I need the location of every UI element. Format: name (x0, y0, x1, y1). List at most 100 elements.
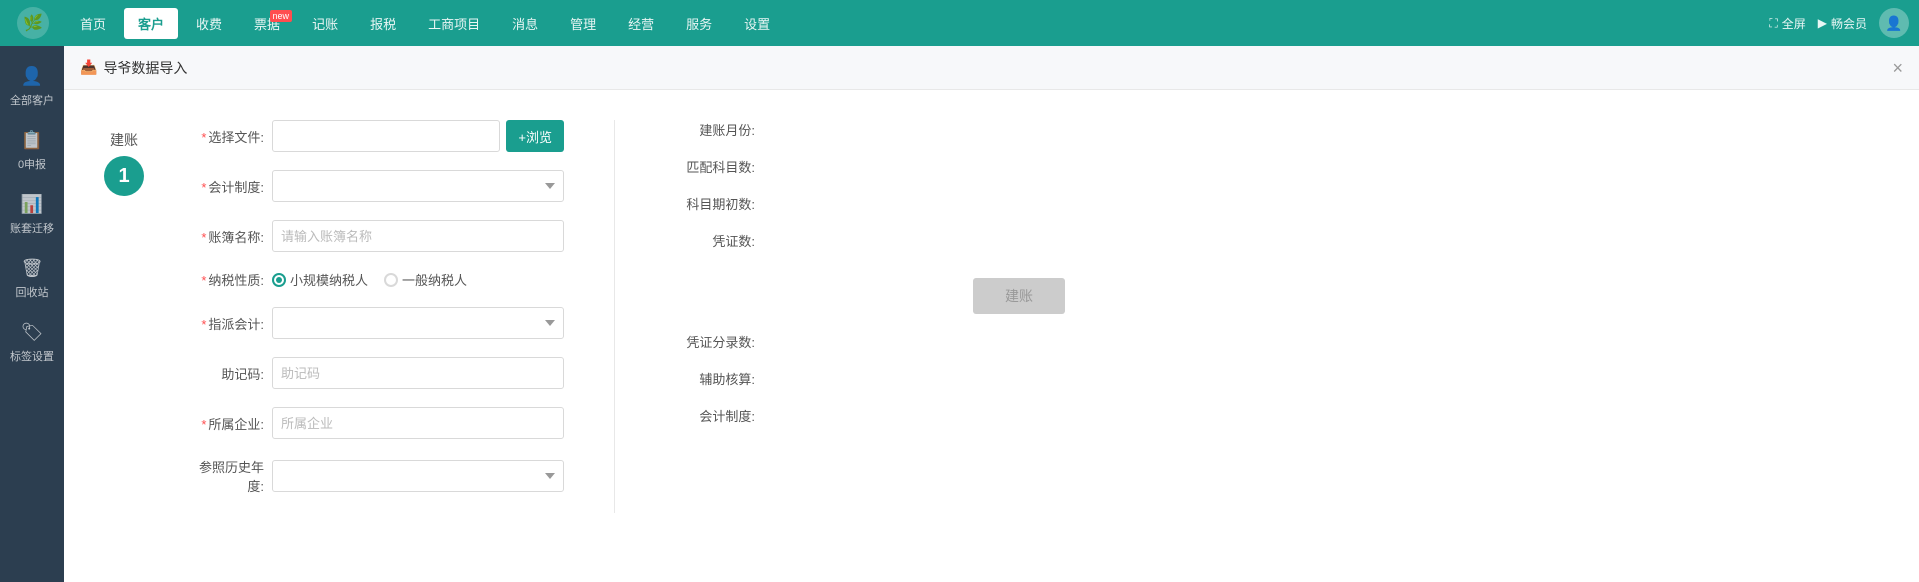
account-migration-icon: 📊 (20, 192, 44, 216)
nav-menu: 首页 客户 收费 票据 new 记账 报税 工商项目 消息 管理 经营 服务 设… (66, 8, 1769, 39)
memo-code-label: 助记码: (184, 364, 264, 383)
voucher-entries-row: 凭证分录数: (665, 332, 1065, 351)
auxiliary-calc-label: 辅助核算: (665, 369, 755, 388)
step-label: 建账 (110, 130, 138, 150)
vip-label: 畅会员 (1831, 15, 1867, 32)
radio-dot-small (272, 273, 286, 287)
radio-dot-general (384, 273, 398, 287)
sidebar-item-account-migration[interactable]: 📊 账套迁移 (2, 184, 62, 244)
file-input-group: +浏览 (272, 120, 564, 152)
panel-title-icon: 📥 (80, 59, 97, 76)
nav-item-settings[interactable]: 设置 (730, 8, 784, 39)
panel-header: 📥 导爷数据导入 × (64, 46, 1919, 90)
tag-settings-icon: 🏷 (20, 320, 44, 344)
select-file-row: *选择文件: +浏览 (184, 120, 564, 152)
sidebar-item-tag-settings[interactable]: 🏷 标签设置 (2, 312, 62, 372)
accounting-system-row: *会计制度: (184, 170, 564, 202)
declaration-icon: 📋 (20, 128, 44, 152)
fullscreen-icon: ⛶ (1769, 16, 1777, 31)
sidebar-item-recycle[interactable]: 🗑 回收站 (2, 248, 62, 308)
build-month-label: 建账月份: (665, 120, 755, 139)
nav-item-tax[interactable]: 报税 (356, 8, 410, 39)
nav-right-area: ⛶ 全屏 ▶ 畅会员 👤 (1769, 8, 1909, 38)
recycle-label: 回收站 (16, 284, 49, 300)
select-file-label: *选择文件: (184, 127, 264, 146)
subject-init-label: 科目期初数: (665, 194, 755, 213)
radio-small-taxpayer[interactable]: 小规模纳税人 (272, 270, 368, 289)
match-subjects-row: 匹配科目数: (665, 157, 1065, 176)
voucher-count-label: 凭证数: (665, 231, 755, 250)
build-month-row: 建账月份: (665, 120, 1065, 139)
sidebar: 👤 全部客户 📋 0申报 📊 账套迁移 🗑 回收站 🏷 标签设置 (0, 46, 64, 582)
right-form: 建账月份: 匹配科目数: 科目期初数: 凭证数: (665, 120, 1065, 513)
radio-general-taxpayer[interactable]: 一般纳税人 (384, 270, 467, 289)
match-subjects-label: 匹配科目数: (665, 157, 755, 176)
step-circle: 1 (104, 156, 144, 196)
build-account-button[interactable]: 建账 (973, 278, 1065, 314)
nav-item-invoice[interactable]: 票据 new (240, 8, 294, 39)
all-clients-icon: 👤 (20, 64, 44, 88)
tax-type-radio-group: 小规模纳税人 一般纳税人 (272, 270, 564, 289)
top-navigation: 🌿 首页 客户 收费 票据 new 记账 报税 工商项目 消息 管理 经营 服务… (0, 0, 1919, 46)
file-path-input[interactable] (272, 120, 500, 152)
vertical-divider (614, 120, 615, 513)
tag-settings-label: 标签设置 (10, 348, 54, 364)
vip-icon: ▶ (1818, 16, 1827, 30)
content-area: 📥 导爷数据导入 × 建账 1 *选择文件: (64, 46, 1919, 582)
panel-title: 📥 导爷数据导入 (80, 58, 187, 78)
panel-close-button[interactable]: × (1892, 59, 1903, 77)
ledger-name-input[interactable] (272, 220, 564, 252)
fullscreen-button[interactable]: ⛶ 全屏 (1769, 15, 1805, 32)
logo-icon: 🌿 (17, 7, 49, 39)
declaration-label: 0申报 (18, 156, 46, 172)
vip-button[interactable]: ▶ 畅会员 (1818, 15, 1867, 32)
sidebar-item-all-clients[interactable]: 👤 全部客户 (2, 56, 62, 116)
account-migration-label: 账套迁移 (10, 220, 54, 236)
step-section: 建账 1 (104, 120, 144, 513)
import-panel: 📥 导爷数据导入 × 建账 1 *选择文件: (64, 46, 1919, 582)
accounting-system-select[interactable] (272, 170, 564, 202)
ledger-name-row: *账簿名称: (184, 220, 564, 252)
nav-item-fee[interactable]: 收费 (182, 8, 236, 39)
nav-item-home[interactable]: 首页 (66, 8, 120, 39)
recycle-icon: 🗑 (20, 256, 44, 280)
voucher-entries-label: 凭证分录数: (665, 332, 755, 351)
nav-item-management[interactable]: 管理 (556, 8, 610, 39)
company-input[interactable] (272, 407, 564, 439)
reference-year-select[interactable] (272, 460, 564, 492)
memo-code-input[interactable] (272, 357, 564, 389)
nav-item-service[interactable]: 服务 (672, 8, 726, 39)
sidebar-item-declaration[interactable]: 📋 0申报 (2, 120, 62, 180)
assign-accountant-select[interactable] (272, 307, 564, 339)
tax-type-row: *纳税性质: 小规模纳税人 一般纳税人 (184, 270, 564, 289)
company-row: *所属企业: (184, 407, 564, 439)
assign-accountant-label: *指派会计: (184, 314, 264, 333)
subject-init-row: 科目期初数: (665, 194, 1065, 213)
reference-year-label: 参照历史年度: (184, 457, 264, 495)
voucher-count-row: 凭证数: (665, 231, 1065, 250)
avatar[interactable]: 👤 (1879, 8, 1909, 38)
all-clients-label: 全部客户 (10, 92, 54, 108)
nav-item-message[interactable]: 消息 (498, 8, 552, 39)
nav-item-bookkeeping[interactable]: 记账 (298, 8, 352, 39)
left-form: *选择文件: +浏览 *会计制度: (184, 120, 564, 513)
new-badge: new (270, 10, 293, 23)
app-logo[interactable]: 🌿 (10, 0, 56, 46)
nav-item-customer[interactable]: 客户 (124, 8, 178, 39)
panel-title-text: 导爷数据导入 (103, 58, 187, 78)
browse-button[interactable]: +浏览 (506, 120, 564, 152)
nav-item-operation[interactable]: 经营 (614, 8, 668, 39)
nav-item-business[interactable]: 工商项目 (414, 8, 494, 39)
assign-accountant-row: *指派会计: (184, 307, 564, 339)
form-area: 建账 1 *选择文件: +浏览 (64, 90, 1919, 543)
accounting-system-r-row: 会计制度: (665, 406, 1065, 425)
company-label: *所属企业: (184, 414, 264, 433)
accounting-system-label: *会计制度: (184, 177, 264, 196)
main-layout: 👤 全部客户 📋 0申报 📊 账套迁移 🗑 回收站 🏷 标签设置 📥 导 (0, 46, 1919, 582)
ledger-name-label: *账簿名称: (184, 227, 264, 246)
accounting-system-r-label: 会计制度: (665, 406, 755, 425)
reference-year-row: 参照历史年度: (184, 457, 564, 495)
auxiliary-calc-row: 辅助核算: (665, 369, 1065, 388)
fullscreen-label: 全屏 (1782, 15, 1806, 32)
tax-type-label: *纳税性质: (184, 270, 264, 289)
